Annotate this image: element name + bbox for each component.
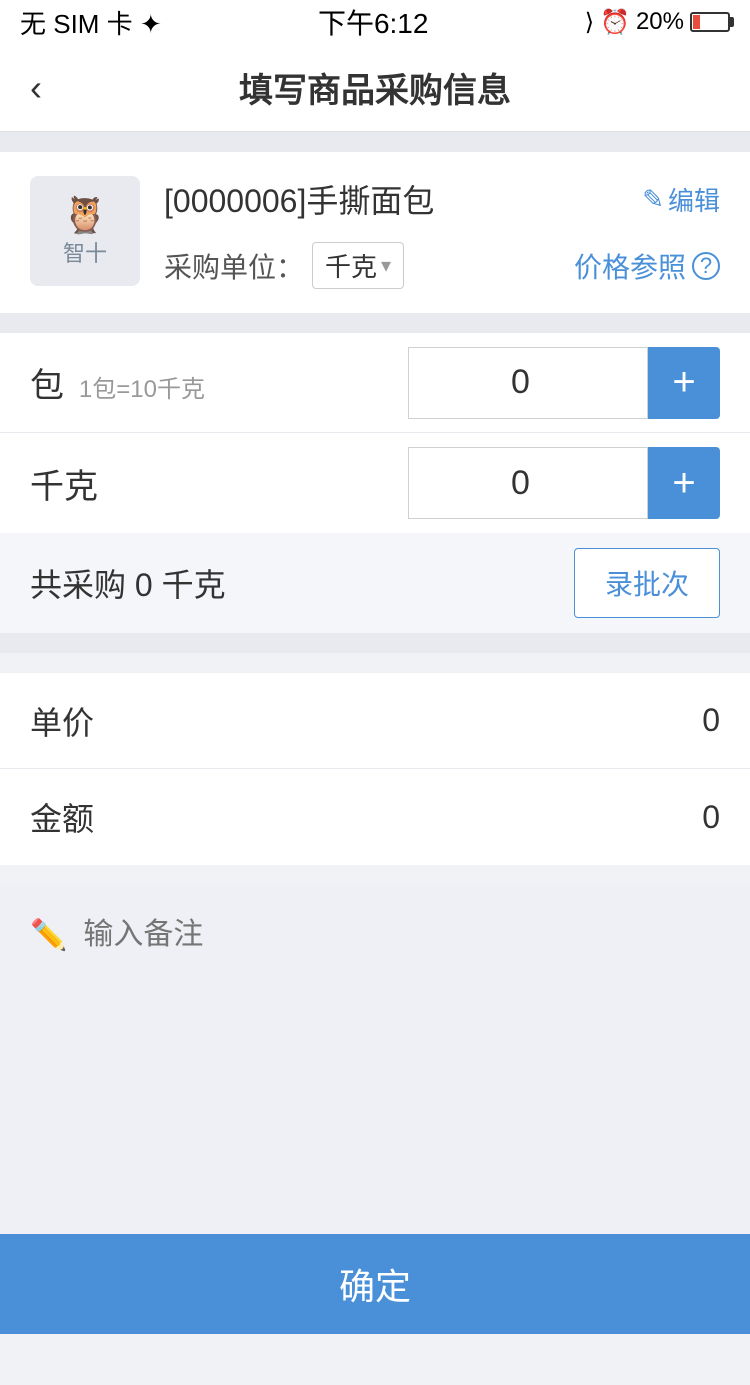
note-input[interactable] [83,918,720,952]
back-button[interactable]: ‹ [30,67,42,109]
quantity-section: 包 1包=10千克 + 千克 + [0,333,750,533]
amount-row: 金额 0 [0,769,750,865]
bottom-divider [0,633,750,653]
amount-label: 金额 [30,794,94,840]
product-owl-icon: 🦉 [63,194,108,236]
total-label: 共采购 0 千克 [30,560,226,606]
edit-icon: ✎ [642,184,664,215]
unit-value: 千克 [325,247,377,284]
pencil-icon: ✏️ [30,918,67,953]
record-batch-button[interactable]: 录批次 [574,548,720,618]
confirm-button[interactable]: 确定 [0,1234,750,1334]
status-time: 下午6:12 [318,2,429,42]
battery-icon [690,12,730,32]
price-ref-label: 价格参照 [574,246,686,286]
bao-qty-input[interactable] [408,347,648,419]
price-ref-help-icon: ? [692,252,720,280]
mid-divider [0,313,750,333]
product-info: [0000006]手撕面包 ✎ 编辑 采购单位： 千克 ▾ 价格参照 ? [164,176,720,289]
unit-label: 采购单位： [164,246,304,286]
battery-percent: 20% [636,8,684,36]
unit-row: 采购单位： 千克 ▾ 价格参照 ? [164,242,720,289]
kg-label: 千克 [30,468,98,506]
price-section: 单价 0 金额 0 [0,673,750,865]
nav-bar: ‹ 填写商品采购信息 [0,44,750,132]
product-card: 🦉 智十 [0000006]手撕面包 ✎ 编辑 采购单位： 千克 ▾ [0,152,750,313]
kg-qty-input[interactable] [408,447,648,519]
price-ref-button[interactable]: 价格参照 ? [574,246,720,286]
kg-input-row: 千克 + [0,433,750,533]
bao-input-row: 包 1包=10千克 + [0,333,750,433]
bao-qty-controls: + [408,347,720,419]
unit-price-row: 单价 0 [0,673,750,769]
product-name: [0000006]手撕面包 [164,176,434,222]
product-name-row: [0000006]手撕面包 ✎ 编辑 [164,176,720,222]
location-icon: ⟩ [585,8,594,37]
unit-price-value: 0 [702,702,720,739]
total-row: 共采购 0 千克 录批次 [0,533,750,633]
bao-label-group: 包 1包=10千克 [30,358,408,407]
note-section[interactable]: ✏️ [0,885,750,985]
product-thumbnail: 🦉 智十 [30,176,140,286]
amount-value: 0 [702,799,720,836]
edit-label: 编辑 [668,181,720,218]
thumb-label: 智十 [63,236,107,268]
status-right: ⟩ ⏰ 20% [585,8,730,37]
status-left: 无 SIM 卡 ✦ [20,4,162,41]
sim-label: 无 SIM 卡 ✦ [20,4,162,41]
kg-qty-controls: + [408,447,720,519]
alarm-icon: ⏰ [600,8,630,37]
kg-label-group: 千克 [30,459,408,508]
top-divider [0,132,750,152]
edit-button[interactable]: ✎ 编辑 [642,181,720,218]
unit-select[interactable]: 千克 ▾ [312,242,404,289]
page-title: 填写商品采购信息 [239,63,511,112]
unit-price-label: 单价 [30,698,94,744]
chevron-down-icon: ▾ [381,253,391,278]
status-bar: 无 SIM 卡 ✦ 下午6:12 ⟩ ⏰ 20% [0,0,750,44]
bao-label: 包 [30,367,64,405]
bao-sublabel: 1包=10千克 [79,376,205,403]
kg-plus-button[interactable]: + [648,447,720,519]
bao-plus-button[interactable]: + [648,347,720,419]
